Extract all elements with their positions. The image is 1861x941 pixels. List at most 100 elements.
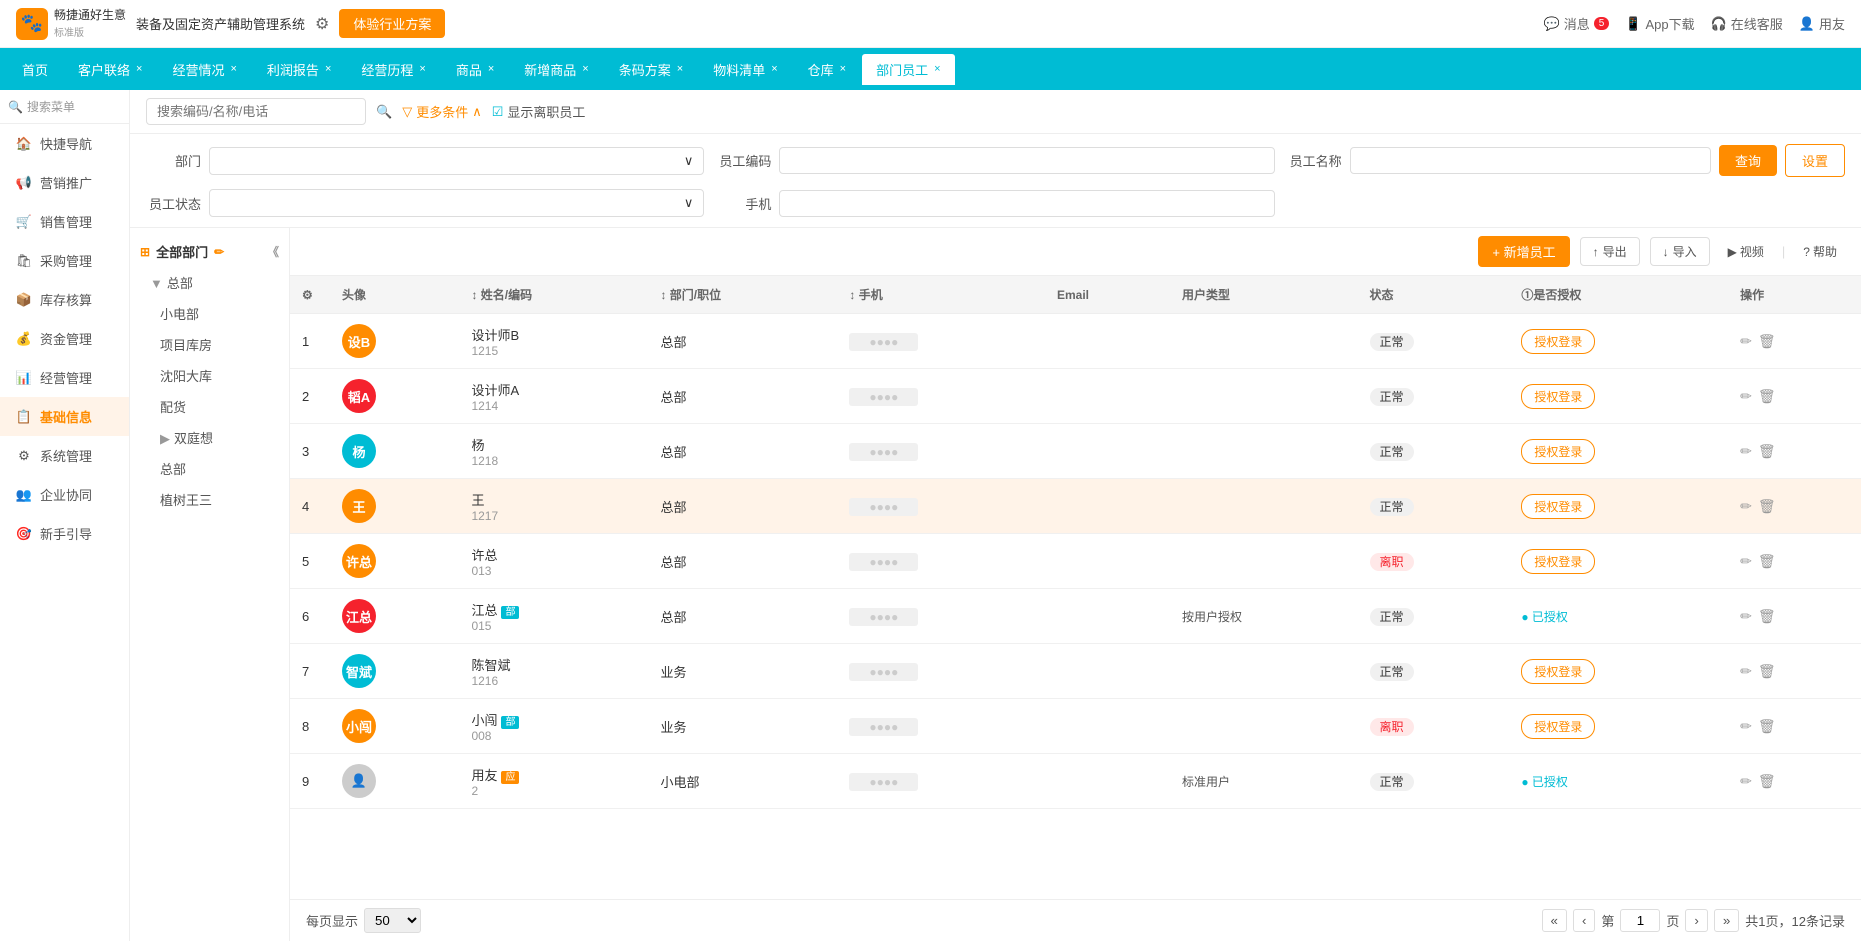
- tab-home[interactable]: 首页: [8, 54, 62, 85]
- dept-select[interactable]: ∨: [209, 147, 704, 175]
- first-page-btn[interactable]: «: [1542, 909, 1567, 932]
- emp-code-input[interactable]: [779, 147, 1274, 174]
- message-btn[interactable]: 💬 消息 5: [1544, 14, 1610, 33]
- tab-customer[interactable]: 客户联络×: [64, 54, 156, 85]
- dept-item-zhishu[interactable]: 植树王三: [140, 484, 289, 515]
- cell-auth[interactable]: 授权登录: [1509, 314, 1728, 369]
- tab-new-goods-close[interactable]: ×: [582, 63, 588, 75]
- delete-btn[interactable]: 🗑: [1758, 333, 1776, 350]
- dept-item-shuang[interactable]: ▶双庭想: [140, 422, 289, 453]
- delete-btn[interactable]: 🗑: [1758, 663, 1776, 680]
- cell-auth[interactable]: 授权登录: [1509, 699, 1728, 754]
- tab-history[interactable]: 经营历程×: [347, 54, 439, 85]
- dept-item-pei-huo[interactable]: 配货: [140, 391, 289, 422]
- trial-btn[interactable]: 体验行业方案: [339, 9, 445, 38]
- app-download-btn[interactable]: 📱 App下载: [1625, 14, 1694, 33]
- dept-tree-edit-icon[interactable]: ✏: [214, 245, 224, 259]
- sidebar-item-cooperation[interactable]: 👥 企业协同: [0, 475, 129, 514]
- cell-auth[interactable]: 授权登录: [1509, 424, 1728, 479]
- tab-barcode[interactable]: 条码方案×: [605, 54, 697, 85]
- edit-btn[interactable]: ✏: [1740, 773, 1752, 790]
- tab-new-goods[interactable]: 新增商品×: [510, 54, 602, 85]
- edit-btn[interactable]: ✏: [1740, 553, 1752, 570]
- sidebar-item-purchase[interactable]: 🛍 采购管理: [0, 241, 129, 280]
- tab-profit-close[interactable]: ×: [325, 63, 331, 75]
- delete-btn[interactable]: 🗑: [1758, 388, 1776, 405]
- cell-auth[interactable]: ● 已授权: [1509, 589, 1728, 644]
- show-resigned-toggle[interactable]: ☑ 显示离职员工: [492, 102, 586, 121]
- delete-btn[interactable]: 🗑: [1758, 608, 1776, 625]
- tab-operations[interactable]: 经营情况×: [158, 54, 250, 85]
- cell-auth[interactable]: ● 已授权: [1509, 754, 1728, 809]
- dept-item-hq[interactable]: 总部: [140, 453, 289, 484]
- edit-btn[interactable]: ✏: [1740, 388, 1752, 405]
- delete-btn[interactable]: 🗑: [1758, 553, 1776, 570]
- cell-auth[interactable]: 授权登录: [1509, 644, 1728, 699]
- next-page-btn[interactable]: ›: [1685, 909, 1707, 932]
- edit-btn[interactable]: ✏: [1740, 443, 1752, 460]
- tab-employees[interactable]: 部门员工×: [862, 54, 954, 85]
- delete-btn[interactable]: 🗑: [1758, 773, 1776, 790]
- tab-bom-close[interactable]: ×: [771, 63, 777, 75]
- online-service-btn[interactable]: 🎧 在线客服: [1711, 14, 1783, 33]
- edit-btn[interactable]: ✏: [1740, 718, 1752, 735]
- edit-btn[interactable]: ✏: [1740, 608, 1752, 625]
- tab-profit[interactable]: 利润报告×: [253, 54, 345, 85]
- user-btn[interactable]: 👤 用友: [1799, 14, 1845, 33]
- import-btn[interactable]: ↓导入: [1650, 237, 1710, 266]
- per-page-select[interactable]: 50 100: [364, 908, 421, 933]
- page-input[interactable]: [1620, 909, 1660, 932]
- dept-item-small-elec[interactable]: 小电部: [140, 298, 289, 329]
- delete-btn[interactable]: 🗑: [1758, 498, 1776, 515]
- col-settings[interactable]: ⚙: [290, 276, 330, 314]
- cell-auth[interactable]: 授权登录: [1509, 479, 1728, 534]
- export-btn[interactable]: ↑导出: [1580, 237, 1640, 266]
- delete-btn[interactable]: 🗑: [1758, 718, 1776, 735]
- tab-goods[interactable]: 商品×: [442, 54, 508, 85]
- tab-warehouse[interactable]: 仓库×: [794, 54, 860, 85]
- sidebar-item-sales[interactable]: 🛒 销售管理: [0, 202, 129, 241]
- tab-history-close[interactable]: ×: [419, 63, 425, 75]
- add-employee-btn[interactable]: + 新增员工: [1478, 236, 1569, 267]
- auth-btn[interactable]: 授权登录: [1521, 494, 1595, 519]
- query-btn[interactable]: 查询: [1719, 145, 1777, 176]
- tab-warehouse-close[interactable]: ×: [840, 63, 846, 75]
- auth-btn[interactable]: 授权登录: [1521, 439, 1595, 464]
- sidebar-search[interactable]: 🔍 搜索菜单: [0, 90, 129, 124]
- col-name-code[interactable]: ↕ 姓名/编码: [459, 276, 648, 314]
- set-btn[interactable]: 设置: [1785, 144, 1845, 177]
- auth-btn[interactable]: 授权登录: [1521, 659, 1595, 684]
- sidebar-item-basic-info[interactable]: 📋 基础信息: [0, 397, 129, 436]
- search-btn[interactable]: 🔍: [376, 104, 392, 120]
- sidebar-item-inventory[interactable]: 📦 库存核算: [0, 280, 129, 319]
- dept-item-hq-parent[interactable]: ▼总部: [130, 267, 289, 298]
- sidebar-item-quick-nav[interactable]: 🏠 快捷导航: [0, 124, 129, 163]
- dept-item-shenyang[interactable]: 沈阳大库: [140, 360, 289, 391]
- tab-customer-close[interactable]: ×: [136, 63, 142, 75]
- auth-btn[interactable]: 授权登录: [1521, 714, 1595, 739]
- prev-page-btn[interactable]: ‹: [1573, 909, 1595, 932]
- cell-auth[interactable]: 授权登录: [1509, 369, 1728, 424]
- tab-operations-close[interactable]: ×: [230, 63, 236, 75]
- tab-goods-close[interactable]: ×: [488, 63, 494, 75]
- tab-employees-close[interactable]: ×: [934, 63, 940, 75]
- cell-auth[interactable]: 授权登录: [1509, 534, 1728, 589]
- tab-bom[interactable]: 物料清单×: [699, 54, 791, 85]
- last-page-btn[interactable]: »: [1714, 909, 1739, 932]
- tab-barcode-close[interactable]: ×: [677, 63, 683, 75]
- col-phone[interactable]: ↕ 手机: [837, 276, 1045, 314]
- emp-name-input[interactable]: [1350, 147, 1711, 174]
- edit-btn[interactable]: ✏: [1740, 333, 1752, 350]
- system-gear-icon[interactable]: ⚙: [315, 14, 329, 34]
- dept-collapse-btn[interactable]: 《: [267, 243, 279, 260]
- sidebar-item-guide[interactable]: 🎯 新手引导: [0, 514, 129, 553]
- sidebar-item-operations[interactable]: 📊 经营管理: [0, 358, 129, 397]
- delete-btn[interactable]: 🗑: [1758, 443, 1776, 460]
- more-conditions-btn[interactable]: ▽ 更多条件 ∧: [402, 102, 482, 121]
- auth-btn[interactable]: 授权登录: [1521, 384, 1595, 409]
- help-btn[interactable]: ?帮助: [1795, 238, 1845, 265]
- search-input[interactable]: [146, 98, 366, 125]
- sidebar-item-finance[interactable]: 💰 资金管理: [0, 319, 129, 358]
- video-btn[interactable]: ▶视频: [1720, 238, 1772, 265]
- auth-btn[interactable]: 授权登录: [1521, 329, 1595, 354]
